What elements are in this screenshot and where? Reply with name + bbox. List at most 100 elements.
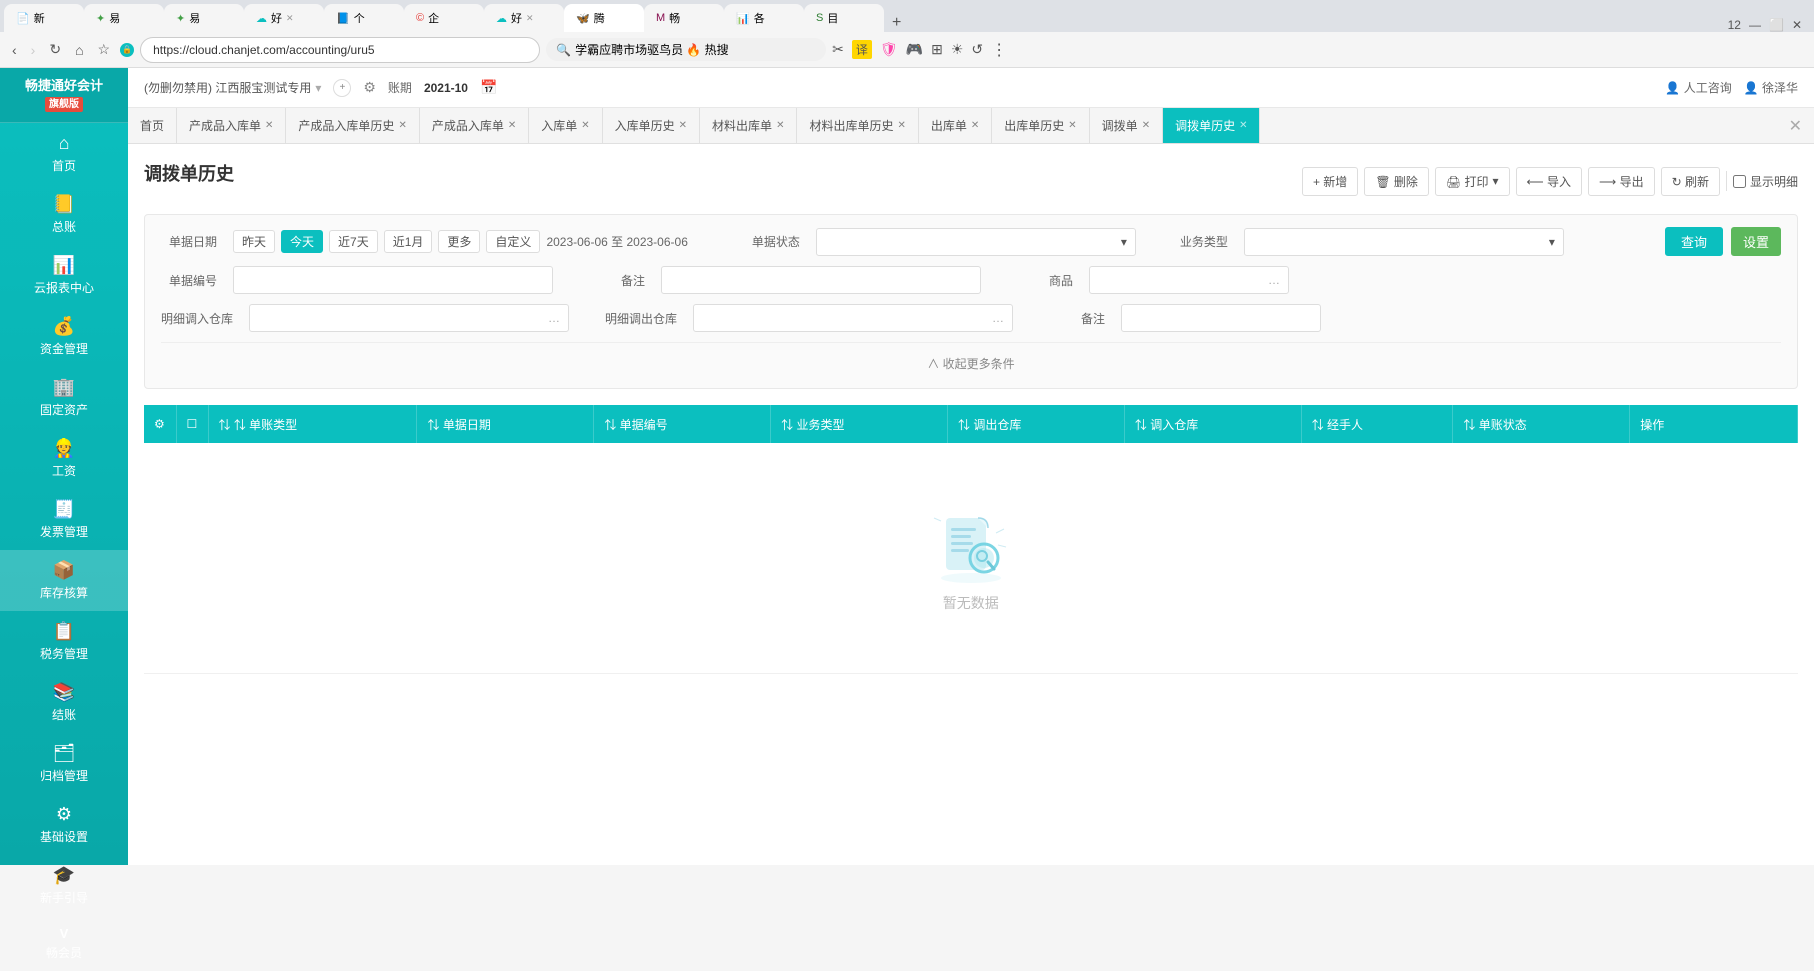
import-button[interactable]: ⟵ 导入 xyxy=(1516,167,1583,196)
sidebar-item-fixed-assets[interactable]: 🏢 固定资产 xyxy=(0,367,128,428)
company-selector[interactable]: (勿删勿禁用) 江西服宝测试专用 ▾ xyxy=(144,79,321,96)
close-tab-icon[interactable]: ✕ xyxy=(265,120,273,131)
th-in-wh[interactable]: ⇅ 调入仓库 xyxy=(1124,405,1301,443)
nav-tab-out[interactable]: 出库单 ✕ xyxy=(919,108,992,144)
sidebar-item-ledger[interactable]: 📒 总账 xyxy=(0,184,128,245)
browser-tab-3[interactable]: ✦ 易 xyxy=(164,4,244,32)
refresh-button[interactable]: ↻ xyxy=(45,37,65,62)
close-tab-icon[interactable]: ✕ xyxy=(508,120,516,131)
browser-tab-2[interactable]: ✦ 易 xyxy=(84,4,164,32)
th-doc-date[interactable]: ⇅ 单据日期 xyxy=(417,405,594,443)
browser-tab-8[interactable]: 🦋 腾 xyxy=(564,4,644,32)
nav-tab-out-hist[interactable]: 出库单历史 ✕ xyxy=(992,108,1089,144)
close-active-tab-icon[interactable]: ✕ xyxy=(1239,120,1247,131)
close-tab-icon[interactable]: ✕ xyxy=(679,120,687,131)
export-button[interactable]: ⟶ 导出 xyxy=(1588,167,1655,196)
detail-out-selector[interactable]: … xyxy=(693,304,1013,332)
refresh-button[interactable]: ↻ 刷新 xyxy=(1661,167,1720,196)
sidebar-item-archive[interactable]: 🗂 归档管理 xyxy=(0,733,128,794)
address-bar[interactable] xyxy=(140,37,540,63)
query-button[interactable]: 查询 xyxy=(1665,227,1723,256)
date-7days[interactable]: 近7天 xyxy=(329,230,378,253)
close-tab-icon[interactable]: ✕ xyxy=(1142,120,1150,131)
th-doc-status[interactable]: ⇅ 单账状态 xyxy=(1453,405,1630,443)
close-tab-icon[interactable]: ✕ xyxy=(971,120,979,131)
sidebar-item-close[interactable]: 📚 结账 xyxy=(0,672,128,733)
th-settings[interactable]: ⚙ xyxy=(144,405,176,443)
browser-tab-5[interactable]: 📘 个 xyxy=(324,4,404,32)
browser-tab-11[interactable]: S 目 xyxy=(804,4,884,32)
nav-tab-in[interactable]: 入库单 ✕ xyxy=(529,108,602,144)
nav-tab-home[interactable]: 首页 xyxy=(128,108,177,144)
back-button[interactable]: ‹ xyxy=(8,38,21,62)
th-checkbox[interactable]: ☐ xyxy=(176,405,208,443)
browser-tab-10[interactable]: 📊 各 xyxy=(724,4,804,32)
detail-in-selector[interactable]: … xyxy=(249,304,569,332)
th-handler[interactable]: ⇅ 经手人 xyxy=(1301,405,1453,443)
browser-tab-1[interactable]: 📄 新 xyxy=(4,4,84,32)
sidebar-item-reports[interactable]: 📊 云报表中心 xyxy=(0,245,128,306)
browser-tab-9[interactable]: M 畅 xyxy=(644,4,724,32)
user-avatar[interactable]: 👤 徐泽华 xyxy=(1744,79,1798,96)
nav-tab-mat-out-hist[interactable]: 材料出库单历史 ✕ xyxy=(797,108,918,144)
date-yesterday[interactable]: 昨天 xyxy=(233,230,275,253)
forward-button[interactable]: › xyxy=(27,38,40,62)
goods-selector[interactable]: … xyxy=(1089,266,1289,294)
date-today[interactable]: 今天 xyxy=(281,230,323,253)
header-checkbox[interactable]: ☐ xyxy=(187,417,198,431)
nav-tab-transfer[interactable]: 调拨单 ✕ xyxy=(1090,108,1163,144)
sidebar-item-funds[interactable]: 💰 资金管理 xyxy=(0,306,128,367)
nav-tab-mat-out[interactable]: 材料出库单 ✕ xyxy=(700,108,797,144)
add-company-button[interactable]: + xyxy=(333,79,351,97)
sidebar-item-payroll[interactable]: 👷 工资 xyxy=(0,428,128,489)
close-tab-icon[interactable]: ✕ xyxy=(897,120,905,131)
sidebar-item-home[interactable]: ⌂ 首页 xyxy=(0,123,128,184)
search-bar[interactable]: 🔍 学霸应聘市场驱鸟员 🔥 热搜 xyxy=(546,38,826,61)
collapse-filter-button[interactable]: ∧ 收起更多条件 xyxy=(919,351,1022,376)
browser-tab-6[interactable]: © 企 xyxy=(404,4,484,32)
th-doc-type[interactable]: ⇅ ⇅ 单账类型 xyxy=(208,405,417,443)
calendar-icon[interactable]: 📅 xyxy=(480,79,497,96)
new-button[interactable]: + 新增 xyxy=(1302,167,1358,196)
nav-tab-product-in[interactable]: 产成品入库单 ✕ xyxy=(177,108,286,144)
home-button[interactable]: ⌂ xyxy=(71,38,87,62)
biz-type-select[interactable]: ▾ xyxy=(1244,228,1564,256)
date-more[interactable]: 更多 xyxy=(438,230,480,253)
sidebar-item-guide[interactable]: 🎓 新手引导 xyxy=(0,855,128,916)
new-tab-button[interactable]: + xyxy=(884,14,909,32)
company-settings-button[interactable]: ⚙ xyxy=(363,79,376,96)
filter-settings-button[interactable]: 设置 xyxy=(1731,227,1781,256)
browser-tab-7[interactable]: ☁ 好 ✕ xyxy=(484,4,564,32)
display-toggle-checkbox[interactable] xyxy=(1733,175,1746,188)
date-custom[interactable]: 自定义 xyxy=(486,230,540,253)
close-tab-icon[interactable]: ✕ xyxy=(398,120,406,131)
sidebar-item-invoice[interactable]: 🧾 发票管理 xyxy=(0,489,128,550)
display-toggle-label[interactable]: 显示明细 xyxy=(1733,173,1798,190)
sidebar-item-tax[interactable]: 📋 税务管理 xyxy=(0,611,128,672)
browser-tab-4[interactable]: ☁ 好 ✕ xyxy=(244,4,324,32)
close-tab-icon[interactable]: ✕ xyxy=(1068,120,1076,131)
extensions-icon[interactable]: ✂ xyxy=(832,41,844,58)
nav-tab-product-in2[interactable]: 产成品入库单 ✕ xyxy=(420,108,529,144)
bookmark-button[interactable]: ☆ xyxy=(94,37,115,62)
status-select[interactable]: ▾ xyxy=(816,228,1136,256)
service-label[interactable]: 👤 人工咨询 xyxy=(1665,79,1731,96)
sidebar-item-inventory[interactable]: 📦 库存核算 xyxy=(0,550,128,611)
sidebar-item-member[interactable]: V 畅会员 xyxy=(0,916,128,971)
delete-button[interactable]: 🗑 删除 xyxy=(1364,167,1429,196)
th-out-wh[interactable]: ⇅ 调出仓库 xyxy=(948,405,1125,443)
sidebar-item-settings[interactable]: ⚙ 基础设置 xyxy=(0,794,128,855)
doc-num-input[interactable] xyxy=(233,266,553,294)
close-tab-icon[interactable]: ✕ xyxy=(776,120,784,131)
nav-tab-product-in-hist[interactable]: 产成品入库单历史 ✕ xyxy=(286,108,419,144)
date-1month[interactable]: 近1月 xyxy=(384,230,433,253)
remark2-input[interactable] xyxy=(1121,304,1321,332)
print-button[interactable]: 🖨 打印 ▾ xyxy=(1435,167,1510,196)
th-biz-type[interactable]: ⇅ 业务类型 xyxy=(771,405,948,443)
close-tab-icon[interactable]: ✕ xyxy=(581,120,589,131)
nav-tab-in-hist[interactable]: 入库单历史 ✕ xyxy=(603,108,700,144)
th-doc-num[interactable]: ⇅ 单据编号 xyxy=(594,405,771,443)
nav-tab-transfer-hist[interactable]: 调拨单历史 ✕ xyxy=(1163,108,1260,144)
close-all-tabs-icon[interactable]: ✕ xyxy=(1777,108,1814,144)
remark-input[interactable] xyxy=(661,266,981,294)
